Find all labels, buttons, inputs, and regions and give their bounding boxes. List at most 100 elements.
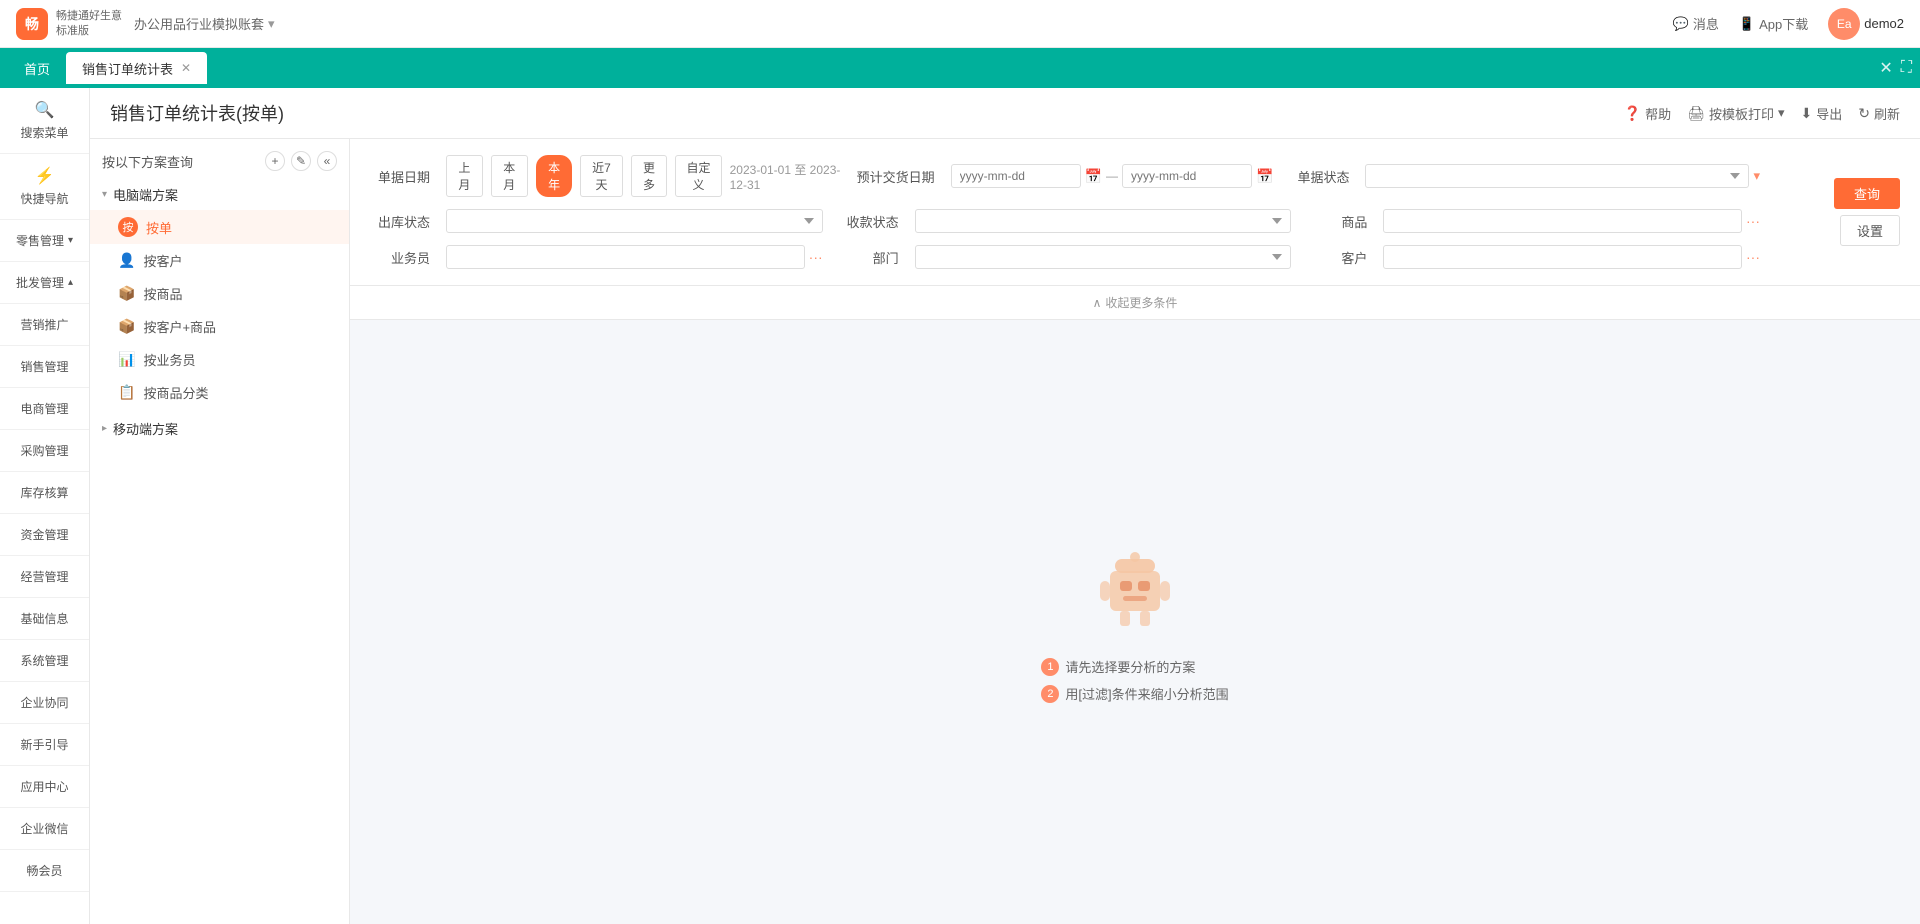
filter-date-control: 上月 本月 本年 近7天 更多 自定义 2023-01-01 至 2023-12… xyxy=(446,155,841,197)
sidebar-item-quick-nav[interactable]: ⚡ 快捷导航 xyxy=(0,154,89,220)
scheme-by-cust-goods[interactable]: 📦 按客户+商品 xyxy=(90,310,349,343)
window-close-button[interactable]: ✕ xyxy=(1879,58,1892,78)
goods-icon: 📦 xyxy=(118,285,135,302)
sidebar-item-search-menu[interactable]: 🔍 搜索菜单 xyxy=(0,88,89,154)
tab-home[interactable]: 首页 xyxy=(8,52,66,84)
sidebar-item-inventory[interactable]: 库存核算 xyxy=(0,472,89,514)
right-content: 单据日期 上月 本月 本年 近7天 更多 自定义 2023-01-01 至 20… xyxy=(350,139,1920,924)
date-range-display: 2023-01-01 至 2023-12-31 xyxy=(730,161,841,192)
add-scheme-button[interactable]: + xyxy=(265,151,285,171)
page-header: 销售订单统计表(按单) ❓ 帮助 🖨 按模板打印 ▾ ⬇ 导出 ↻ 刷新 xyxy=(90,88,1920,139)
app-download-button[interactable]: 📱 App下载 xyxy=(1739,14,1808,33)
logo-icon: 畅 xyxy=(16,8,48,40)
collection-status-select[interactable] xyxy=(915,209,1292,233)
tab-close-icon[interactable]: ✕ xyxy=(181,61,191,75)
goods-ellipsis-icon[interactable]: ··· xyxy=(1746,213,1760,229)
export-button[interactable]: ⬇ 导出 xyxy=(1801,104,1843,123)
sidebar-item-wholesale[interactable]: 批发管理 ▴ xyxy=(0,262,89,304)
sidebar-item-marketing[interactable]: 营销推广 xyxy=(0,304,89,346)
calendar-end-icon[interactable]: 📅 xyxy=(1256,168,1273,185)
department-label: 部门 xyxy=(839,248,899,267)
salesperson-input[interactable] xyxy=(446,245,805,269)
sidebar-item-sales[interactable]: 销售管理 xyxy=(0,346,89,388)
sidebar-item-corp-wechat[interactable]: 企业微信 xyxy=(0,808,89,850)
salesperson-icon: 📊 xyxy=(118,351,135,368)
bill-status-select[interactable] xyxy=(1365,164,1749,188)
search-icon: 🔍 xyxy=(35,100,55,120)
sidebar-item-new-guide[interactable]: 新手引导 xyxy=(0,724,89,766)
sidebar: 🔍 搜索菜单 ⚡ 快捷导航 零售管理 ▾ 批发管理 ▴ 营销推广 销售管理 电商… xyxy=(0,88,90,924)
tabbar: 首页 销售订单统计表 ✕ ✕ ⛶ xyxy=(0,48,1920,88)
sidebar-item-member[interactable]: 畅会员 xyxy=(0,850,89,892)
this-month-btn[interactable]: 本月 xyxy=(491,155,528,197)
avatar: Ea xyxy=(1828,8,1860,40)
user-profile[interactable]: Ea demo2 xyxy=(1828,8,1904,40)
salesperson-ellipsis-icon[interactable]: ··· xyxy=(809,249,823,265)
chevron-up-icon: ▴ xyxy=(68,277,73,288)
sidebar-item-purchase[interactable]: 采购管理 xyxy=(0,430,89,472)
calendar-start-icon[interactable]: 📅 xyxy=(1085,168,1102,185)
sidebar-item-corp-collab[interactable]: 企业协同 xyxy=(0,682,89,724)
scheme-by-customer[interactable]: 👤 按客户 xyxy=(90,244,349,277)
chevron-down-icon: ▾ xyxy=(68,235,73,246)
more-btn[interactable]: 更多 xyxy=(631,155,668,197)
print-dropdown-icon[interactable]: ▾ xyxy=(1778,105,1785,121)
last-month-btn[interactable]: 上月 xyxy=(446,155,483,197)
topbar-left: 畅 畅捷通好生意 标准版 办公用品行业模拟账套 ▾ xyxy=(16,8,275,40)
sidebar-item-system[interactable]: 系统管理 xyxy=(0,640,89,682)
scheme-by-goods-cat[interactable]: 📋 按商品分类 xyxy=(90,376,349,409)
scheme-by-salesperson[interactable]: 📊 按业务员 xyxy=(90,343,349,376)
help-button[interactable]: ❓ 帮助 xyxy=(1624,104,1671,123)
help-icon: ❓ xyxy=(1624,105,1641,122)
refresh-button[interactable]: ↻ 刷新 xyxy=(1858,104,1900,123)
settings-button[interactable]: 设置 xyxy=(1840,215,1900,246)
customer-icon: 👤 xyxy=(118,252,135,269)
sidebar-item-ops[interactable]: 经营管理 xyxy=(0,556,89,598)
tab-order-stat[interactable]: 销售订单统计表 ✕ xyxy=(66,52,207,84)
custom-btn[interactable]: 自定义 xyxy=(675,155,721,197)
edit-scheme-button[interactable]: ✎ xyxy=(291,151,311,171)
tip-number-2: 2 xyxy=(1041,685,1059,703)
last-7-days-btn[interactable]: 近7天 xyxy=(580,155,622,197)
expected-delivery-end-input[interactable] xyxy=(1122,164,1252,188)
sidebar-item-app-center[interactable]: 应用中心 xyxy=(0,766,89,808)
window-maximize-button[interactable]: ⛶ xyxy=(1901,59,1912,77)
bill-date-label: 单据日期 xyxy=(370,167,430,186)
sidebar-item-finance[interactable]: 资金管理 xyxy=(0,514,89,556)
empty-tip-1: 1 请先选择要分析的方案 xyxy=(1041,657,1228,676)
this-year-btn[interactable]: 本年 xyxy=(536,155,573,197)
date-separator: — xyxy=(1106,169,1118,183)
out-status-select[interactable] xyxy=(446,209,823,233)
filter-left: 单据日期 上月 本月 本年 近7天 更多 自定义 2023-01-01 至 20… xyxy=(370,155,1760,269)
mobile-scheme-parent[interactable]: ▸ 移动端方案 xyxy=(90,413,349,444)
tabbar-actions: ✕ ⛶ xyxy=(1879,58,1912,78)
customer-ellipsis-icon[interactable]: ··· xyxy=(1746,249,1760,265)
active-indicator: 按 xyxy=(118,217,138,237)
topbar: 畅 畅捷通好生意 标准版 办公用品行业模拟账套 ▾ 💬 消息 📱 App下载 E… xyxy=(0,0,1920,48)
scheme-by-order[interactable]: 按 按单 xyxy=(90,210,349,244)
filter-row-date: 单据日期 上月 本月 本年 近7天 更多 自定义 2023-01-01 至 20… xyxy=(370,155,1760,197)
collapse-panel-button[interactable]: « xyxy=(317,151,337,171)
sidebar-item-basic-info[interactable]: 基础信息 xyxy=(0,598,89,640)
customer-input[interactable] xyxy=(1383,245,1742,269)
goods-input[interactable] xyxy=(1383,209,1742,233)
pc-scheme-parent[interactable]: ▾ 电脑端方案 xyxy=(90,179,349,210)
collapse-button[interactable]: ∧ 收起更多条件 xyxy=(1093,294,1178,311)
breadcrumb-dropdown-icon[interactable]: ▾ xyxy=(268,16,275,32)
collapse-bar: ∧ 收起更多条件 xyxy=(350,286,1920,320)
sidebar-item-ecom[interactable]: 电商管理 xyxy=(0,388,89,430)
query-button[interactable]: 查询 xyxy=(1834,178,1900,209)
goods-label: 商品 xyxy=(1307,212,1367,231)
refresh-icon: ↻ xyxy=(1858,105,1870,122)
empty-tip-2: 2 用[过滤]条件来缩小分析范围 xyxy=(1041,684,1228,703)
filter-rows-wrapper: 单据日期 上月 本月 本年 近7天 更多 自定义 2023-01-01 至 20… xyxy=(370,155,1900,269)
scheme-by-goods[interactable]: 📦 按商品 xyxy=(90,277,349,310)
logo-text: 畅捷通好生意 标准版 xyxy=(56,9,122,38)
tree-collapse-icon: ▸ xyxy=(102,423,107,434)
department-select[interactable] xyxy=(915,245,1292,269)
expected-delivery-start-input[interactable] xyxy=(951,164,1081,188)
template-print-button[interactable]: 🖨 按模板打印 ▾ xyxy=(1687,104,1784,123)
sidebar-item-retail[interactable]: 零售管理 ▾ xyxy=(0,220,89,262)
messages-button[interactable]: 💬 消息 xyxy=(1673,14,1719,33)
filter-area: 单据日期 上月 本月 本年 近7天 更多 自定义 2023-01-01 至 20… xyxy=(350,139,1920,286)
